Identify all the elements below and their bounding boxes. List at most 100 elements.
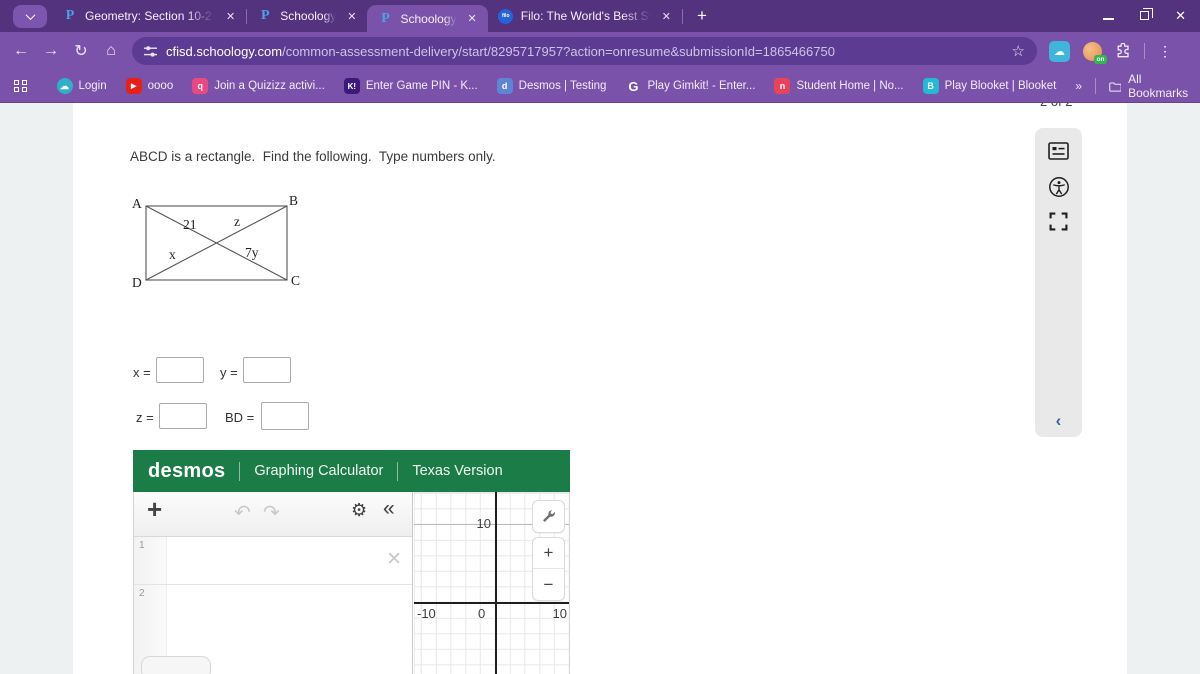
y-axis-10-label: 10 [476, 516, 491, 531]
add-expression-button[interactable]: + [147, 494, 162, 525]
x-axis [414, 602, 569, 604]
desmos-product-label: Graphing Calculator [254, 463, 384, 479]
site-settings-tune-icon[interactable] [144, 45, 157, 58]
expression-row-1[interactable]: 1 ✕ [134, 537, 412, 585]
bookmark-kahoot[interactable]: K! Enter Game PIN - K... [343, 78, 478, 94]
y-label: y = [220, 365, 238, 380]
minimize-icon [1103, 18, 1115, 20]
extension-on-icon[interactable]: on [1083, 41, 1107, 64]
zoom-controls: + − [532, 537, 565, 601]
y-axis [495, 492, 497, 674]
all-bookmarks-button[interactable]: All Bookmarks [1109, 72, 1191, 100]
bookmarks-overflow-button[interactable]: » [1075, 79, 1082, 93]
blooket-icon: B [922, 78, 939, 94]
question-text: ABCD is a rectangle. Find the following.… [130, 149, 496, 164]
new-tab-button[interactable]: + [693, 6, 711, 26]
zoom-out-button[interactable]: − [533, 569, 564, 600]
quizizz-icon: q [192, 78, 209, 94]
noredink-icon: n [774, 78, 791, 94]
folder-icon [1109, 82, 1122, 92]
minimize-button[interactable] [1103, 7, 1115, 25]
bookmark-gimkit[interactable]: G Play Gimkit! - Enter... [625, 78, 755, 94]
tab-schoology-1[interactable]: P Schoology ✕ [247, 0, 367, 32]
bookmark-quizizz[interactable]: q Join a Quizizz activi... [192, 78, 325, 94]
accessibility-button[interactable] [1035, 176, 1082, 198]
apps-grid-icon[interactable] [14, 79, 27, 93]
tab-title: Filo: The World's Best Study He [520, 9, 651, 23]
tab-search-button[interactable] [13, 5, 47, 28]
header-divider [239, 461, 241, 481]
tab-title: Schoology [280, 9, 337, 23]
extension-cloud-icon[interactable]: ☁ [1049, 40, 1070, 62]
bd-label: BD = [225, 410, 255, 425]
close-tab-icon[interactable]: ✕ [465, 11, 480, 26]
chevron-down-icon [25, 10, 35, 21]
close-window-button[interactable]: ✕ [1175, 8, 1186, 24]
bookmark-login[interactable]: ☁ Login [56, 78, 107, 94]
desmos-logo: desmos [148, 459, 226, 482]
bookmark-desmos[interactable]: d Desmos | Testing [496, 78, 606, 94]
home-button[interactable]: ⌂ [96, 42, 126, 60]
browser-menu-button[interactable]: ⋮ [1158, 43, 1172, 60]
bookmarks-bar: ☁ Login ▶ oooo q Join a Quizizz activi... K… [0, 70, 1200, 103]
graph-paper[interactable]: 10 -10 0 10 + − [414, 492, 569, 674]
bookmark-oooo[interactable]: ▶ oooo [125, 78, 173, 94]
x-answer-input[interactable] [156, 357, 204, 383]
question-progress: 2 of 2 [1040, 103, 1073, 109]
overview-card-icon [1048, 142, 1069, 160]
close-tab-icon[interactable]: ✕ [659, 9, 674, 24]
bd-answer-input[interactable] [261, 402, 309, 430]
schoology-favicon-icon: P [381, 10, 390, 26]
gimkit-icon: G [628, 78, 639, 94]
classlink-icon: ☁ [56, 78, 73, 94]
desmos-edition-label: Texas Version [412, 463, 503, 479]
header-divider [397, 461, 399, 481]
reload-button[interactable]: ↻ [66, 41, 96, 61]
z-answer-input[interactable] [159, 403, 207, 429]
tab-geometry[interactable]: P Geometry: Section 10-2 | Schoo ✕ [52, 0, 246, 32]
back-button[interactable]: ← [6, 42, 36, 60]
fullscreen-button[interactable] [1035, 212, 1082, 231]
graph-settings-button[interactable] [532, 500, 565, 533]
collapse-panel-chevron[interactable]: ‹ [1035, 411, 1082, 431]
close-tab-icon[interactable]: ✕ [223, 9, 238, 24]
segment-21-label: 21 [183, 217, 197, 232]
desmos-icon: d [496, 78, 513, 94]
gear-icon[interactable]: ⚙ [351, 500, 367, 521]
youtube-icon: ▶ [125, 78, 142, 94]
restore-icon [1140, 8, 1154, 20]
x-axis-zero-label: 0 [478, 606, 486, 621]
tab-separator [681, 8, 683, 24]
browser-toolbar: ← → ↻ ⌂ cfisd.schoology.com/common-asses… [0, 32, 1200, 70]
wrench-icon [543, 510, 555, 522]
x-label: x = [133, 365, 151, 380]
bookmark-blooket[interactable]: B Play Blooket | Blooket [922, 78, 1056, 94]
undo-icon[interactable]: ↶ [234, 500, 251, 525]
toolbar-separator [1144, 43, 1145, 59]
zoom-in-button[interactable]: + [533, 538, 564, 570]
segment-z-label: z [234, 214, 240, 229]
page-content: 2 of 2 ABCD is a rectangle. Find the fol… [0, 103, 1200, 674]
extensions-puzzle-icon[interactable] [1115, 43, 1131, 59]
browser-window: P Geometry: Section 10-2 | Schoo ✕ P Sch… [0, 0, 1200, 674]
close-tab-icon[interactable]: ✕ [344, 9, 359, 24]
kahoot-icon: K! [343, 78, 360, 94]
forward-button[interactable]: → [36, 42, 66, 60]
tab-filo[interactable]: filo Filo: The World's Best Study He ✕ [488, 0, 682, 32]
address-bar[interactable]: cfisd.schoology.com/common-assessment-de… [132, 37, 1037, 65]
keyboard-toggle-button[interactable] [141, 656, 211, 674]
restore-button[interactable] [1140, 7, 1154, 25]
assessment-tools-panel: ‹ [1035, 128, 1082, 437]
delete-expression-icon[interactable]: ✕ [386, 548, 402, 571]
tab-schoology-active[interactable]: P Schoology ✕ [367, 5, 488, 32]
y-answer-input[interactable] [243, 357, 291, 383]
redo-icon[interactable]: ↷ [263, 500, 280, 525]
segment-7y-label: 7y [245, 245, 259, 260]
bookmark-star-icon[interactable]: ☆ [1012, 42, 1025, 60]
desmos-header: desmos Graphing Calculator Texas Version [133, 450, 570, 492]
bookmark-noredink[interactable]: n Student Home | No... [774, 78, 904, 94]
expression-toolbar: + ↶ ↷ ⚙ « [134, 492, 412, 537]
question-overview-button[interactable] [1035, 142, 1082, 160]
rectangle-diagram: A B C D 21 z x 7y [132, 193, 300, 290]
collapse-panel-button[interactable]: « [383, 497, 395, 521]
